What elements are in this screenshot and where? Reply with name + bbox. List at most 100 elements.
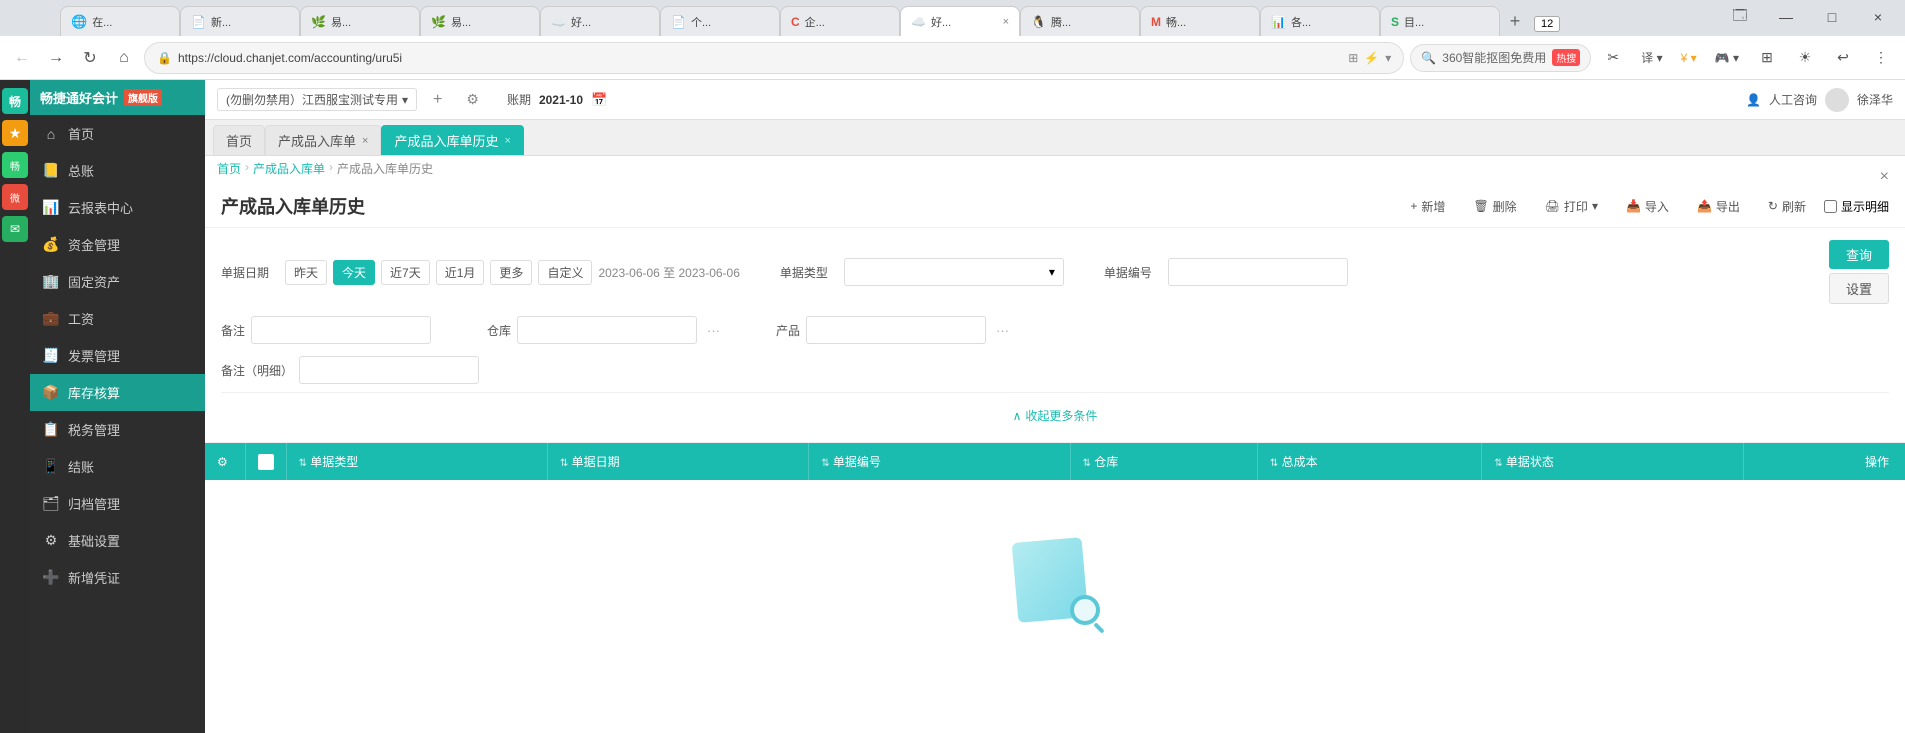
- yuan-button[interactable]: ¥ ▾: [1675, 51, 1703, 65]
- app-icon-main[interactable]: 畅: [2, 88, 28, 114]
- export-button[interactable]: 📤 导出: [1687, 194, 1750, 219]
- maximize-button[interactable]: □: [1809, 2, 1855, 32]
- home-button[interactable]: ⌂: [110, 44, 138, 72]
- print-button[interactable]: 🖨 打印 ▾: [1535, 194, 1608, 219]
- close-window-button[interactable]: ×: [1855, 2, 1901, 32]
- doc-type-select[interactable]: ▾: [844, 258, 1064, 286]
- note-detail-input[interactable]: [299, 356, 479, 384]
- th-gear[interactable]: ⚙: [205, 443, 245, 480]
- sidebar-item-settings[interactable]: ⚙ 基础设置: [30, 522, 205, 559]
- sidebar-item-assets[interactable]: 🏢 固定资产: [30, 263, 205, 300]
- sidebar-item-funds[interactable]: 💰 资金管理: [30, 226, 205, 263]
- doc-no-input[interactable]: [1168, 258, 1348, 286]
- tab-close-8[interactable]: ×: [1003, 16, 1009, 28]
- warehouse-input[interactable]: [517, 316, 697, 344]
- breadcrumb-home[interactable]: 首页: [217, 160, 241, 177]
- dropdown-arrow[interactable]: ▾: [1385, 51, 1391, 65]
- theme-button[interactable]: ☀: [1789, 42, 1821, 74]
- export-icon: 📤: [1697, 199, 1712, 213]
- browser-tab-9[interactable]: 🐧 腾...: [1020, 6, 1140, 36]
- tab-home[interactable]: 首页: [213, 125, 265, 155]
- app-icon-weibo[interactable]: 微: [2, 184, 28, 210]
- calendar-icon[interactable]: 📅: [591, 92, 607, 108]
- sidebar-item-ledger-label: 总账: [68, 161, 94, 180]
- app-icon-star[interactable]: ★: [2, 120, 28, 146]
- scissors-button[interactable]: ✂: [1597, 42, 1629, 74]
- delete-button[interactable]: 🗑 删除: [1463, 194, 1526, 219]
- show-detail-checkbox-area[interactable]: 显示明细: [1824, 198, 1889, 215]
- icon-sidebar: 畅 ★ 畅 微 ✉: [0, 80, 30, 733]
- 360-search-bar[interactable]: 🔍 360智能抠图免费用 热搜: [1410, 44, 1591, 72]
- note-input[interactable]: [251, 316, 431, 344]
- yesterday-btn[interactable]: 昨天: [285, 260, 327, 285]
- browser-tab-10[interactable]: M 畅...: [1140, 6, 1260, 36]
- show-detail-checkbox[interactable]: [1824, 200, 1837, 213]
- funds-icon: 💰: [42, 236, 60, 253]
- forward-button[interactable]: →: [42, 44, 70, 72]
- refresh-button[interactable]: ↻: [76, 44, 104, 72]
- translate-button[interactable]: 译 ▾: [1635, 49, 1668, 66]
- note-detail-filter-label: 备注（明细）: [221, 362, 293, 379]
- company-selector[interactable]: (勿删勿禁用）江西服宝测试专用 ▾: [217, 88, 417, 111]
- browser-tab-2[interactable]: 📄 新...: [180, 6, 300, 36]
- sidebar-item-inventory[interactable]: 📦 库存核算: [30, 374, 205, 411]
- product-input[interactable]: [806, 316, 986, 344]
- tab-product-entry-close[interactable]: ×: [362, 135, 368, 147]
- add-button[interactable]: + 新增: [1400, 194, 1455, 219]
- sidebar-item-invoice[interactable]: 🧾 发票管理: [30, 337, 205, 374]
- product-dots[interactable]: ···: [996, 323, 1009, 338]
- browser-tab-5[interactable]: ☁️ 好...: [540, 6, 660, 36]
- custom-date-btn[interactable]: 自定义: [538, 260, 592, 285]
- breadcrumb-entry[interactable]: 产成品入库单: [253, 160, 325, 177]
- th-check[interactable]: [245, 443, 286, 480]
- browser-tab-8[interactable]: ☁️ 好... ×: [900, 6, 1020, 36]
- sidebar-item-tax[interactable]: 📋 税务管理: [30, 411, 205, 448]
- settings-topbar-button[interactable]: ⚙: [458, 88, 487, 111]
- history-back-button[interactable]: ↩: [1827, 42, 1859, 74]
- sidebar-item-archive[interactable]: 🗂 归档管理: [30, 485, 205, 522]
- browser-tab-3[interactable]: 🌿 易...: [300, 6, 420, 36]
- 7days-btn[interactable]: 近7天: [381, 260, 430, 285]
- add-company-button[interactable]: +: [425, 88, 450, 112]
- url-bar[interactable]: 🔒 https://cloud.chanjet.com/accounting/u…: [144, 42, 1404, 74]
- 1month-btn[interactable]: 近1月: [436, 260, 485, 285]
- collapse-filters-button[interactable]: ∧ 收起更多条件: [1007, 401, 1104, 430]
- header-checkbox[interactable]: [258, 454, 274, 470]
- new-tab-button[interactable]: +: [1500, 6, 1530, 36]
- browser-tab-6[interactable]: 📄 个...: [660, 6, 780, 36]
- tab-product-history-close[interactable]: ×: [504, 135, 510, 147]
- close-page-button[interactable]: ×: [1872, 164, 1897, 190]
- minimize-button[interactable]: —: [1763, 2, 1809, 32]
- sidebar-item-payroll[interactable]: 💼 工资: [30, 300, 205, 337]
- refresh-icon: ↻: [1768, 199, 1778, 213]
- sidebar-item-checkout[interactable]: 📱 结账: [30, 448, 205, 485]
- import-button[interactable]: 📥 导入: [1616, 194, 1679, 219]
- app-icon-green[interactable]: 畅: [2, 152, 28, 178]
- warehouse-dots[interactable]: ···: [707, 323, 720, 338]
- restore-down-button[interactable]: 🗔: [1717, 2, 1763, 32]
- app-icon-mail[interactable]: ✉: [2, 216, 28, 242]
- back-button[interactable]: ←: [8, 44, 36, 72]
- tab-product-entry[interactable]: 产成品入库单 ×: [265, 125, 381, 155]
- browser-tab-11[interactable]: 📊 各...: [1260, 6, 1380, 36]
- refresh-button[interactable]: ↻ 刷新: [1758, 194, 1816, 219]
- tax-icon: 📋: [42, 421, 60, 438]
- sidebar-item-ledger[interactable]: 📒 总账: [30, 152, 205, 189]
- sidebar-item-new-voucher[interactable]: ➕ 新增凭证: [30, 559, 205, 596]
- more-date-btn[interactable]: 更多: [490, 260, 532, 285]
- filter-settings-button[interactable]: 设置: [1829, 273, 1889, 304]
- browser-tab-12[interactable]: S 目...: [1380, 6, 1500, 36]
- gamepad-button[interactable]: 🎮 ▾: [1709, 51, 1745, 65]
- browser-tab-1[interactable]: 🌐 在...: [60, 6, 180, 36]
- browser-tab-7[interactable]: C 企...: [780, 6, 900, 36]
- sidebar-item-reports[interactable]: 📊 云报表中心: [30, 189, 205, 226]
- username: 徐泽华: [1857, 91, 1893, 108]
- query-button[interactable]: 查询: [1829, 240, 1889, 269]
- sidebar-item-home[interactable]: ⌂ 首页: [30, 115, 205, 152]
- more-button[interactable]: ⋮: [1865, 42, 1897, 74]
- today-btn[interactable]: 今天: [333, 260, 375, 285]
- browser-tab-4[interactable]: 🌿 易...: [420, 6, 540, 36]
- tab-product-history[interactable]: 产成品入库单历史 ×: [381, 125, 523, 155]
- grid-view-button[interactable]: ⊞: [1751, 42, 1783, 74]
- user-service-label[interactable]: 人工咨询: [1769, 91, 1817, 108]
